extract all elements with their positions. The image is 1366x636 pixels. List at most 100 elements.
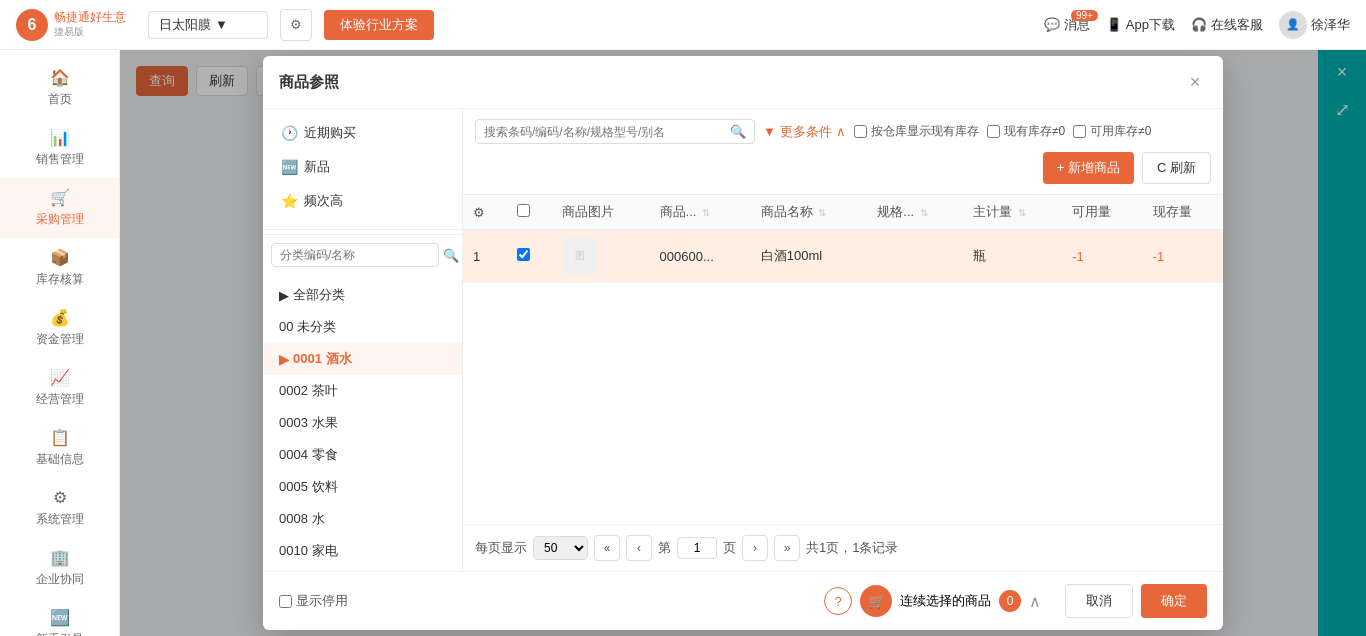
new-tab-label: 新品 bbox=[304, 158, 330, 176]
cat-arrow-0001: ▶ bbox=[279, 352, 289, 367]
category-search-input[interactable] bbox=[271, 243, 439, 267]
sidebar-item-guide[interactable]: 🆕 新手引导 bbox=[0, 598, 119, 636]
purchase-icon: 🛒 bbox=[50, 188, 70, 207]
sidebar-item-basic[interactable]: 📋基础信息 bbox=[0, 418, 119, 478]
row-name-0: 白酒100ml bbox=[751, 230, 868, 283]
category-item-all[interactable]: ▶全部分类 bbox=[263, 279, 462, 311]
app-download-label: App下载 bbox=[1126, 16, 1175, 34]
headset-icon: 🎧 bbox=[1191, 17, 1207, 32]
guide-icon: 🆕 bbox=[50, 608, 70, 627]
row-checkbox-0[interactable] bbox=[517, 248, 530, 261]
nav-user[interactable]: 👤 徐泽华 bbox=[1279, 11, 1350, 39]
footer-right: 取消 确定 bbox=[1065, 584, 1207, 618]
confirm-btn[interactable]: 确定 bbox=[1141, 584, 1207, 618]
col-spec: 规格... ⇅ bbox=[867, 195, 963, 230]
modal-close-btn[interactable]: × bbox=[1183, 70, 1207, 94]
finance-icon: 💰 bbox=[50, 308, 70, 327]
modal-footer: 显示停用 ? 🛒 连续选择的商品 0 ∧ 取消 确定 bbox=[263, 571, 1223, 630]
col-settings[interactable]: ⚙ bbox=[463, 195, 507, 230]
cat-arrow-all: ▶ bbox=[279, 288, 289, 303]
checkbox-stock-input[interactable] bbox=[987, 125, 1000, 138]
navbar: 6 畅捷通好生意 捷易版 日太阳膜 ▼ ⚙ 体验行业方案 💬 消息 99+ 📱 … bbox=[0, 0, 1366, 50]
system-icon: ⚙ bbox=[53, 488, 67, 507]
row-check-0[interactable] bbox=[507, 230, 552, 283]
prev-page-btn[interactable]: ‹ bbox=[626, 535, 652, 561]
sidebar-item-purchase[interactable]: 🛒采购管理 bbox=[0, 178, 119, 238]
user-name: 徐泽华 bbox=[1311, 16, 1350, 34]
sidebar-item-enterprise[interactable]: 🏢企业协同 bbox=[0, 538, 119, 598]
store-selector[interactable]: 日太阳膜 ▼ bbox=[148, 11, 268, 39]
page-size-select[interactable]: 50 20 100 bbox=[533, 536, 588, 560]
category-item-0010[interactable]: 0010 家电 bbox=[263, 535, 462, 567]
category-item-0003[interactable]: 0003 水果 bbox=[263, 407, 462, 439]
last-page-btn[interactable]: » bbox=[774, 535, 800, 561]
checkbox-warehouse-input[interactable] bbox=[854, 125, 867, 138]
cancel-btn[interactable]: 取消 bbox=[1065, 584, 1133, 618]
cat-label-0004: 0004 零食 bbox=[279, 446, 338, 464]
show-disabled-checkbox[interactable]: 显示停用 bbox=[279, 592, 348, 610]
checkbox-available-nonzero[interactable]: 可用库存≠0 bbox=[1073, 123, 1151, 140]
sidebar-item-system[interactable]: ⚙ 系统管理 bbox=[0, 478, 119, 538]
category-item-0005[interactable]: 0005 饮料 bbox=[263, 471, 462, 503]
category-list: ▶全部分类00 未分类▶0001 酒水0002 茶叶0003 水果 0004 零食… bbox=[263, 275, 462, 571]
filter-btn[interactable]: ▼ 更多条件 ∧ bbox=[763, 123, 846, 141]
checkbox-stock-nonzero[interactable]: 现有库存≠0 bbox=[987, 123, 1065, 140]
show-disabled-input[interactable] bbox=[279, 595, 292, 608]
frequent-tab-label: 频次高 bbox=[304, 192, 343, 210]
settings-icon[interactable]: ⚙ bbox=[280, 9, 312, 41]
pagination: 每页显示 50 20 100 « ‹ 第 页 › bbox=[463, 524, 1223, 571]
left-tab-frequent[interactable]: ⭐频次高 bbox=[271, 185, 454, 217]
phone-icon: 📱 bbox=[1106, 17, 1122, 32]
category-item-0002[interactable]: 0002 茶叶 bbox=[263, 375, 462, 407]
refresh-table-btn[interactable]: C 刷新 bbox=[1142, 152, 1211, 184]
category-search-icon[interactable]: 🔍 bbox=[443, 248, 459, 263]
sidebar-item-inventory[interactable]: 📦库存核算 bbox=[0, 238, 119, 298]
nav-online-service[interactable]: 🎧 在线客服 bbox=[1191, 16, 1263, 34]
category-item-0001[interactable]: ▶0001 酒水 bbox=[263, 343, 462, 375]
col-name: 商品名称 ⇅ bbox=[751, 195, 868, 230]
nav-app-download[interactable]: 📱 App下载 bbox=[1106, 16, 1175, 34]
col-code: 商品... ⇅ bbox=[650, 195, 751, 230]
table-row[interactable]: 1 图 000600... 白酒100ml 瓶 -1 -1 bbox=[463, 230, 1223, 283]
page-number-input[interactable] bbox=[677, 537, 717, 559]
filter-icon: ▼ bbox=[763, 124, 776, 139]
first-page-btn[interactable]: « bbox=[594, 535, 620, 561]
new-tab-icon: 🆕 bbox=[281, 159, 298, 175]
next-page-btn[interactable]: › bbox=[742, 535, 768, 561]
nav-message[interactable]: 💬 消息 99+ bbox=[1044, 16, 1090, 34]
add-product-btn[interactable]: + 新增商品 bbox=[1043, 152, 1134, 184]
checkbox-available-input[interactable] bbox=[1073, 125, 1086, 138]
trial-btn[interactable]: 体验行业方案 bbox=[324, 10, 434, 40]
sidebar-item-home[interactable]: 🏠首页 bbox=[0, 58, 119, 118]
sidebar-label-guide: 新手引导 bbox=[36, 631, 84, 636]
store-arrow-icon: ▼ bbox=[215, 17, 228, 32]
category-item-0004[interactable]: 0004 零食 bbox=[263, 439, 462, 471]
basic-icon: 📋 bbox=[50, 428, 70, 447]
sidebar-item-operation[interactable]: 📈经营管理 bbox=[0, 358, 119, 418]
sidebar-item-finance[interactable]: 💰资金管理 bbox=[0, 298, 119, 358]
left-tab-new[interactable]: 🆕 新品 bbox=[271, 151, 454, 183]
sidebar-label-enterprise: 企业协同 bbox=[36, 571, 84, 588]
search-icon[interactable]: 🔍 bbox=[730, 124, 746, 139]
left-panel: 🕐近期购买 🆕 新品 ⭐频次高 🔍 ▶全部分类00 未分类▶0001 酒水0002 茶… bbox=[263, 109, 463, 571]
help-icon[interactable]: ? bbox=[824, 587, 852, 615]
sidebar-label-system: 系统管理 bbox=[36, 511, 84, 528]
footer-collapse-icon[interactable]: ∧ bbox=[1029, 592, 1041, 611]
sidebar-label-sales: 销售管理 bbox=[36, 151, 84, 168]
show-disabled-label: 显示停用 bbox=[296, 592, 348, 610]
product-search-input[interactable] bbox=[484, 125, 726, 139]
category-item-00[interactable]: 00 未分类 bbox=[263, 311, 462, 343]
left-tab-recent[interactable]: 🕐近期购买 bbox=[271, 117, 454, 149]
category-item-0008[interactable]: 0008 水 bbox=[263, 503, 462, 535]
logo-icon: 6 bbox=[16, 9, 48, 41]
toolbar-right: + 新增商品 C 刷新 bbox=[1043, 152, 1211, 184]
cart-icon[interactable]: 🛒 bbox=[860, 585, 892, 617]
content-area: 查询 刷新 设置 × ⤢ 商品参照 × bbox=[120, 50, 1366, 636]
select-all-checkbox[interactable] bbox=[517, 204, 530, 217]
checkbox-warehouse[interactable]: 按仓库显示现有库存 bbox=[854, 123, 979, 140]
modal-header: 商品参照 × bbox=[263, 56, 1223, 109]
recent-tab-label: 近期购买 bbox=[304, 124, 356, 142]
sidebar-item-sales[interactable]: 📊销售管理 bbox=[0, 118, 119, 178]
message-badge: 99+ bbox=[1071, 10, 1098, 21]
row-seq-0: 1 bbox=[463, 230, 507, 283]
